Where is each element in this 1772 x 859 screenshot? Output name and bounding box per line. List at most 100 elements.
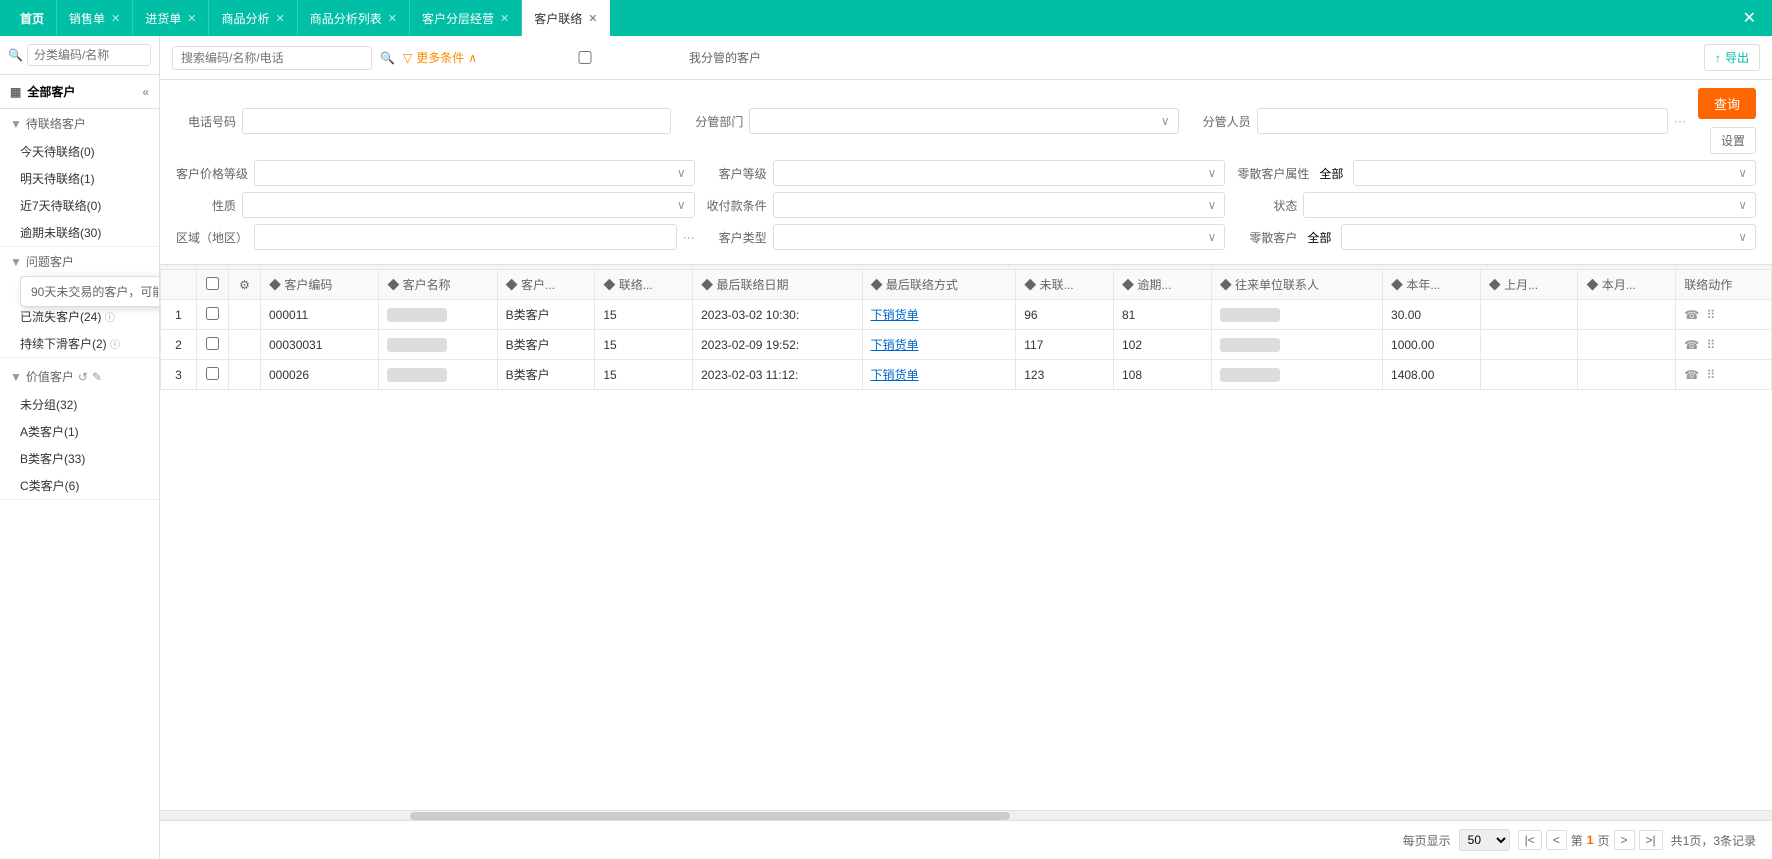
tab-analysis-list[interactable]: 商品分析列表 ✕ [298,0,410,36]
row-checkbox[interactable] [206,307,219,320]
tab-home[interactable]: 首页 [8,0,57,36]
cell-contact: 15 [595,330,693,360]
customer-level-select[interactable]: ∨ [773,160,1226,186]
sidebar-item-c-class[interactable]: C类客户(6) [0,472,159,499]
current-page: 1 [1587,833,1594,847]
area-dots-icon[interactable]: ··· [683,230,695,244]
tab-sales[interactable]: 销售单 ✕ [57,0,133,36]
cell-not-contact: 117 [1016,330,1114,360]
sidebar-group-pending-title[interactable]: ▼ 待联络客户 [0,109,159,138]
sidebar-item-tomorrow[interactable]: 明天待联络(1) [0,165,159,192]
tab-customer-layer[interactable]: 客户分层经营 ✕ [410,0,522,36]
tab-analysis[interactable]: 商品分析 ✕ [209,0,297,36]
adv-filter-price-level: 客户价格等级 ∨ [176,160,695,186]
sidebar-search-area: 🔍 [0,36,159,75]
cell-overdue: 108 [1113,360,1211,390]
more-filter-button[interactable]: ▽ 更多条件 ∧ [403,49,477,66]
sidebar-item-a-class[interactable]: A类客户(1) [0,418,159,445]
tab-purchase[interactable]: 进货单 ✕ [133,0,209,36]
payment-arrow-icon: ∨ [1208,198,1217,212]
filter-icon: ▽ [403,51,412,65]
sidebar-item-overdue[interactable]: 逾期未联络(30) [0,219,159,246]
sidebar-group-value-title[interactable]: ▼ 价值客户 ↺ ✎ [0,362,159,391]
retail-select[interactable]: ∨ [1341,224,1756,250]
value-edit-icon[interactable]: ✎ [92,370,102,384]
last-page-button[interactable]: >| [1639,830,1663,850]
dept-select[interactable]: ∨ [749,108,1178,134]
area-input[interactable] [254,224,677,250]
tab-bar: 首页 销售单 ✕ 进货单 ✕ 商品分析 ✕ 商品分析列表 ✕ 客户分层经营 ✕ … [0,0,1772,36]
scrollbar-thumb[interactable] [410,812,1010,820]
grid-icon: ▦ [10,85,21,99]
action-more-icon[interactable]: ⠿ [1706,338,1715,352]
sidebar-item-today[interactable]: 今天待联络(0) [0,138,159,165]
search-button[interactable]: 🔍 [380,51,395,65]
sidebar-group-value: ▼ 价值客户 ↺ ✎ 未分组(32) A类客户(1) B类客户(33) C类客户… [0,362,159,500]
action-more-icon[interactable]: ⠿ [1706,308,1715,322]
col-header-num [161,270,197,300]
action-contact-icon[interactable]: ☎ [1684,308,1699,322]
content-area: 🔍 ▽ 更多条件 ∧ 我分管的客户 ↑ 导出 电话号码 [160,36,1772,859]
customer-type-select[interactable]: ∨ [773,224,1226,250]
query-button[interactable]: 查询 [1698,88,1756,119]
adv-filter-phone: 电话号码 [176,108,671,134]
per-page-select[interactable]: 50 100 [1459,829,1510,851]
action-contact-icon[interactable]: ☎ [1684,338,1699,352]
cell-num: 1 [161,300,197,330]
tooltip-churn: 90天未交易的客户，可能有流失风险。 [20,276,160,307]
sidebar-group-problem-title[interactable]: ▼ 问题客户 [0,247,159,276]
person-input[interactable] [1257,108,1668,134]
sidebar-item-b-class[interactable]: B类客户(33) [0,445,159,472]
close-analysis-icon[interactable]: ✕ [276,12,285,25]
close-customer-contact-icon[interactable]: ✕ [588,12,597,25]
prev-page-button[interactable]: < [1546,830,1567,850]
adv-filter-row-3: 性质 ∨ 收付款条件 ∨ 状态 ∨ [176,192,1756,218]
col-header-settings: ⚙ [229,270,261,300]
export-button[interactable]: ↑ 导出 [1704,44,1760,71]
adv-filter-payment: 收付款条件 ∨ [707,192,1226,218]
retail-attr-select[interactable]: ∨ [1353,160,1756,186]
col-header-contact: ◆ 联络... [595,270,693,300]
sidebar-collapse-icon[interactable]: « [142,85,149,99]
action-more-icon[interactable]: ⠿ [1706,368,1715,382]
first-page-button[interactable]: |< [1518,830,1542,850]
status-select[interactable]: ∨ [1303,192,1756,218]
person-dots-icon[interactable]: ··· [1674,114,1686,128]
search-input[interactable] [172,46,372,70]
nature-select[interactable]: ∨ [242,192,695,218]
adv-filter-row-1: 电话号码 分管部门 ∨ 分管人员 ··· 查询 设置 [176,88,1756,154]
row-checkbox[interactable] [206,367,219,380]
my-customer-checkbox[interactable] [485,51,685,64]
price-level-select[interactable]: ∨ [254,160,695,186]
tab-customer-contact[interactable]: 客户联络 ✕ [522,0,610,36]
close-purchase-icon[interactable]: ✕ [187,12,196,25]
sidebar-item-churned[interactable]: 已流失客户(24) ⓘ [0,303,159,330]
advanced-filter: 电话号码 分管部门 ∨ 分管人员 ··· 查询 设置 [160,80,1772,265]
value-refresh-icon[interactable]: ↺ [78,370,88,384]
select-all-checkbox[interactable] [206,277,219,290]
sidebar-item-ungrouped[interactable]: 未分组(32) [0,391,159,418]
sidebar-search-input[interactable] [27,44,151,66]
cell-num: 2 [161,330,197,360]
total-records: 共1页，3条记录 [1671,832,1756,849]
sidebar-item-7days[interactable]: 近7天待联络(0) [0,192,159,219]
table-settings-icon[interactable]: ⚙ [239,278,250,292]
close-customer-layer-icon[interactable]: ✕ [500,12,509,25]
cell-last-way: 下销货单 [862,330,1016,360]
cell-settings [229,300,261,330]
next-page-button[interactable]: > [1614,830,1635,850]
phone-input[interactable] [242,108,671,134]
payment-select[interactable]: ∨ [773,192,1226,218]
row-checkbox[interactable] [206,337,219,350]
close-sales-icon[interactable]: ✕ [111,12,120,25]
action-contact-icon[interactable]: ☎ [1684,368,1699,382]
horizontal-scrollbar[interactable] [160,810,1772,820]
adv-filter-customer-type: 客户类型 ∨ [707,224,1226,250]
sidebar-item-declining[interactable]: 持续下滑客户(2) ⓘ [0,330,159,357]
close-analysis-list-icon[interactable]: ✕ [388,12,397,25]
window-close-button[interactable]: ✕ [1735,8,1764,28]
cell-settings [229,330,261,360]
settings-button[interactable]: 设置 [1710,127,1756,154]
cell-overdue: 81 [1113,300,1211,330]
col-header-not-contact: ◆ 未联... [1016,270,1114,300]
